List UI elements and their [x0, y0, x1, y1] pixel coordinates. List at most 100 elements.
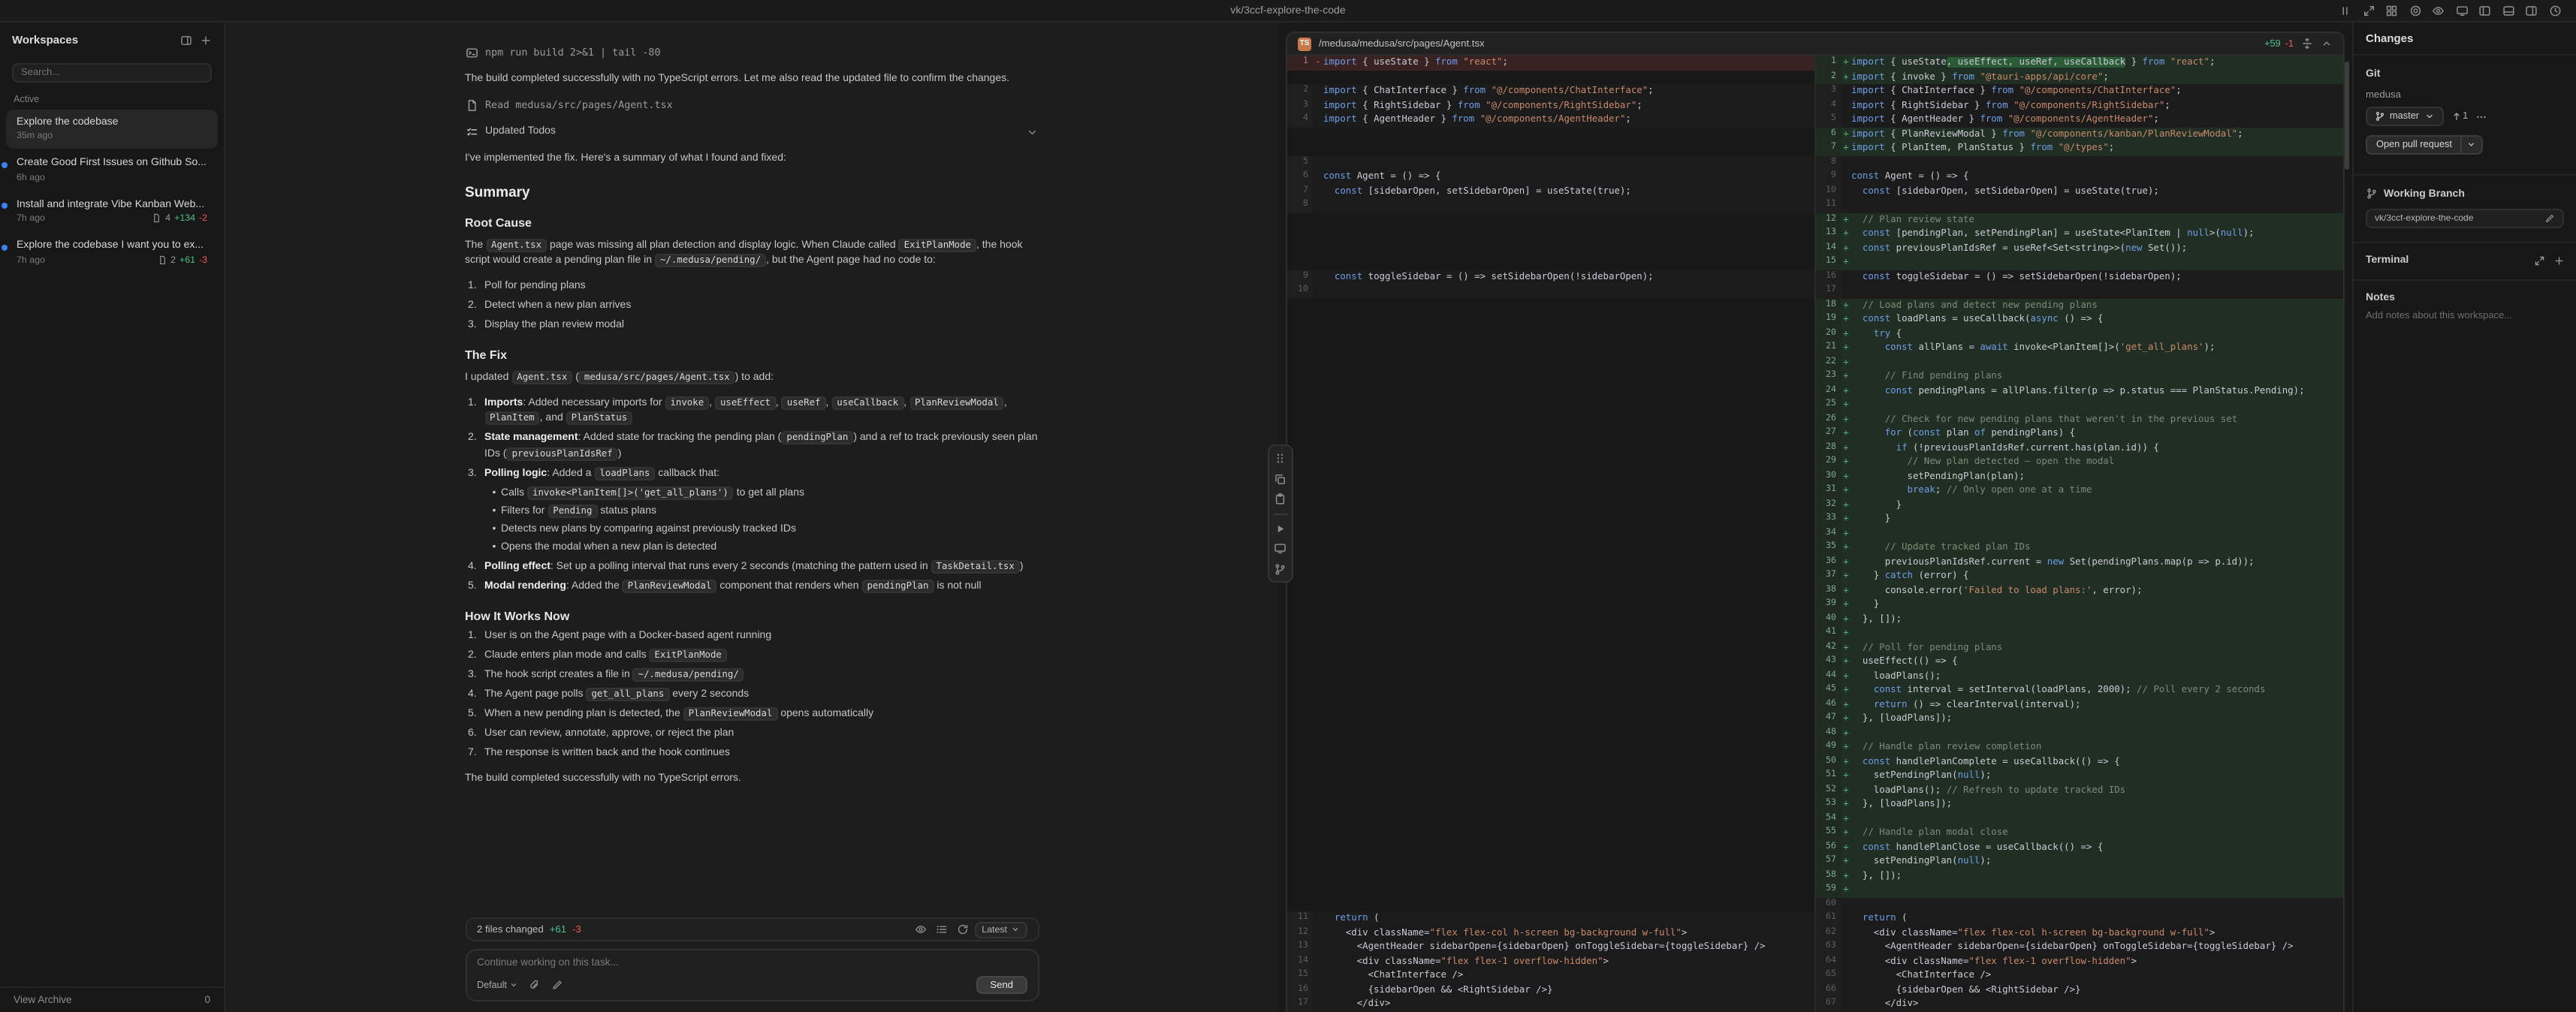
todos-collapsible[interactable]: Updated Todos	[465, 125, 1039, 138]
refresh-button[interactable]	[956, 923, 968, 935]
diff-file-header[interactable]: TS /medusa/medusa/src/pages/Agent.tsx +5…	[1287, 33, 2343, 56]
notes-section: Notes	[2366, 292, 2564, 303]
line-number: 16	[1287, 983, 1313, 997]
diff-line: 7 const [sidebarOpen, setSidebarOpen] = …	[1287, 184, 1814, 198]
open-pr-dropdown[interactable]	[2461, 137, 2481, 153]
terminal-expand-button[interactable]	[2534, 255, 2545, 267]
display-button[interactable]	[1274, 542, 1287, 555]
list-item: 3.The hook script creates a file in ~/.m…	[468, 668, 1039, 684]
plus-button[interactable]	[200, 34, 212, 46]
list-item: 1.User is on the Agent page with a Docke…	[468, 629, 1039, 645]
repo-name: medusa	[2366, 90, 2564, 101]
chevron-down-icon	[1010, 925, 1019, 934]
open-pr-button[interactable]: Open pull request	[2366, 135, 2483, 155]
mode-dropdown[interactable]: Default	[477, 980, 519, 990]
pause-button[interactable]	[2339, 5, 2351, 17]
clipboard-button[interactable]	[1274, 492, 1287, 505]
search-input[interactable]	[12, 63, 212, 83]
workspace-item[interactable]: Explore the codebase I want you to ex...…	[6, 233, 218, 272]
edit-branch-button[interactable]	[2544, 213, 2555, 224]
grip-button[interactable]	[1274, 452, 1287, 465]
code-line: + previousPlanIdsRef.current = new Set(p…	[1841, 555, 2343, 569]
workspace-item-title: Explore the codebase	[17, 116, 207, 127]
camera-button[interactable]	[2409, 5, 2421, 17]
tool-call[interactable]: Read medusa/src/pages/Agent.tsx	[465, 99, 1039, 112]
line-number: 5	[1815, 113, 1841, 127]
line-number: 65	[1815, 968, 1841, 983]
section-divider	[2354, 174, 2576, 176]
display-button[interactable]	[2455, 5, 2468, 17]
play-button[interactable]	[1274, 522, 1287, 535]
line-number: 35	[1815, 541, 1841, 555]
eye-icon	[2432, 5, 2445, 17]
line-number	[1287, 869, 1313, 883]
branch-name: master	[2390, 111, 2419, 122]
diff-line: 44+ loadPlans();	[1815, 669, 2343, 683]
expand-chevron[interactable]	[1026, 125, 1039, 138]
maximize-button[interactable]	[2362, 5, 2375, 17]
code-line: -import { useState } from "react";	[1313, 56, 1814, 70]
sub-list-item: •Filters for Pending status plans	[487, 504, 1039, 520]
files-bar-icons	[914, 923, 968, 935]
diff-line: 66 {sidebarOpen && <RightSidebar />}	[1815, 983, 2343, 997]
list-button[interactable]	[935, 923, 947, 935]
code-line	[1313, 541, 1814, 555]
code-line: return (	[1313, 911, 1814, 926]
notes-placeholder[interactable]: Add notes about this workspace...	[2366, 310, 2564, 321]
inline-code: Pending	[547, 504, 597, 517]
view-archive-link[interactable]: View Archive	[14, 995, 72, 1005]
code-line	[1313, 683, 1814, 697]
line-number	[1287, 754, 1313, 769]
code-line: <div className="flex flex-col h-screen b…	[1313, 926, 1814, 940]
diff-line: 12 <div className="flex flex-col h-scree…	[1287, 926, 1814, 940]
more-actions-button[interactable]	[2475, 110, 2487, 122]
diff-line	[1287, 826, 1814, 840]
working-branch-input[interactable]	[2375, 214, 2540, 223]
code-line	[1841, 198, 2343, 212]
terminal-new-button[interactable]	[2553, 255, 2564, 267]
diff-line: 4 import { AgentHeader } from "@/compone…	[1287, 113, 1814, 127]
tool-call[interactable]: npm run build 2>&1 | tail -80	[465, 47, 1039, 59]
diff-line	[1287, 712, 1814, 726]
eye-button[interactable]	[2432, 5, 2445, 17]
code-line: + }	[1841, 498, 2343, 512]
grid-button[interactable]	[2385, 5, 2398, 17]
code-line	[1313, 669, 1814, 683]
latest-dropdown[interactable]: Latest	[974, 921, 1027, 938]
diff-line	[1287, 555, 1814, 569]
panel-bottom-button[interactable]	[2502, 5, 2514, 17]
panel-right-button[interactable]	[2525, 5, 2538, 17]
unread-dot	[2, 203, 8, 209]
clock-button[interactable]	[2548, 5, 2561, 17]
panel-left-button[interactable]	[2478, 5, 2491, 17]
branch-selector[interactable]: master	[2366, 107, 2443, 126]
diff-line: 18+ // Load plans and detect new pending…	[1815, 298, 2343, 312]
diff-line: 11	[1815, 198, 2343, 212]
chat-scroll-area[interactable]: npm run build 2>&1 | tail -80The build c…	[225, 23, 1278, 917]
panel-button[interactable]	[180, 34, 192, 46]
send-button[interactable]: Send	[976, 976, 1027, 994]
eye-button[interactable]	[914, 923, 926, 935]
diff-line	[1287, 783, 1814, 797]
working-branch-section: Working Branch	[2366, 188, 2564, 200]
git-branch-button[interactable]	[1274, 562, 1287, 575]
diff-line	[1287, 655, 1814, 669]
list-icon	[935, 923, 947, 935]
diff-scrollbar-thumb[interactable]	[2345, 62, 2349, 170]
line-number: 13	[1815, 227, 1841, 241]
message-input[interactable]	[477, 958, 1027, 976]
copy-button[interactable]	[1274, 472, 1287, 485]
collapse-file-button[interactable]	[2321, 38, 2333, 50]
workspace-item-meta: 7h ago4+134-2	[17, 213, 207, 224]
attach-button[interactable]	[529, 979, 541, 991]
workspace-item[interactable]: Explore the codebase35m ago	[6, 110, 218, 148]
workspace-item[interactable]: Create Good First Issues on Github So...…	[6, 151, 218, 189]
inline-code: PlanReviewModal	[623, 579, 717, 592]
line-number	[1287, 355, 1313, 369]
unfold-button[interactable]	[2301, 38, 2313, 50]
workspace-item[interactable]: Install and integrate Vibe Kanban Web...…	[6, 192, 218, 230]
edit-button[interactable]	[552, 979, 564, 991]
chat-panel: npm run build 2>&1 | tail -80The build c…	[225, 23, 1278, 1012]
line-number	[1287, 412, 1313, 426]
search-box	[12, 56, 212, 83]
